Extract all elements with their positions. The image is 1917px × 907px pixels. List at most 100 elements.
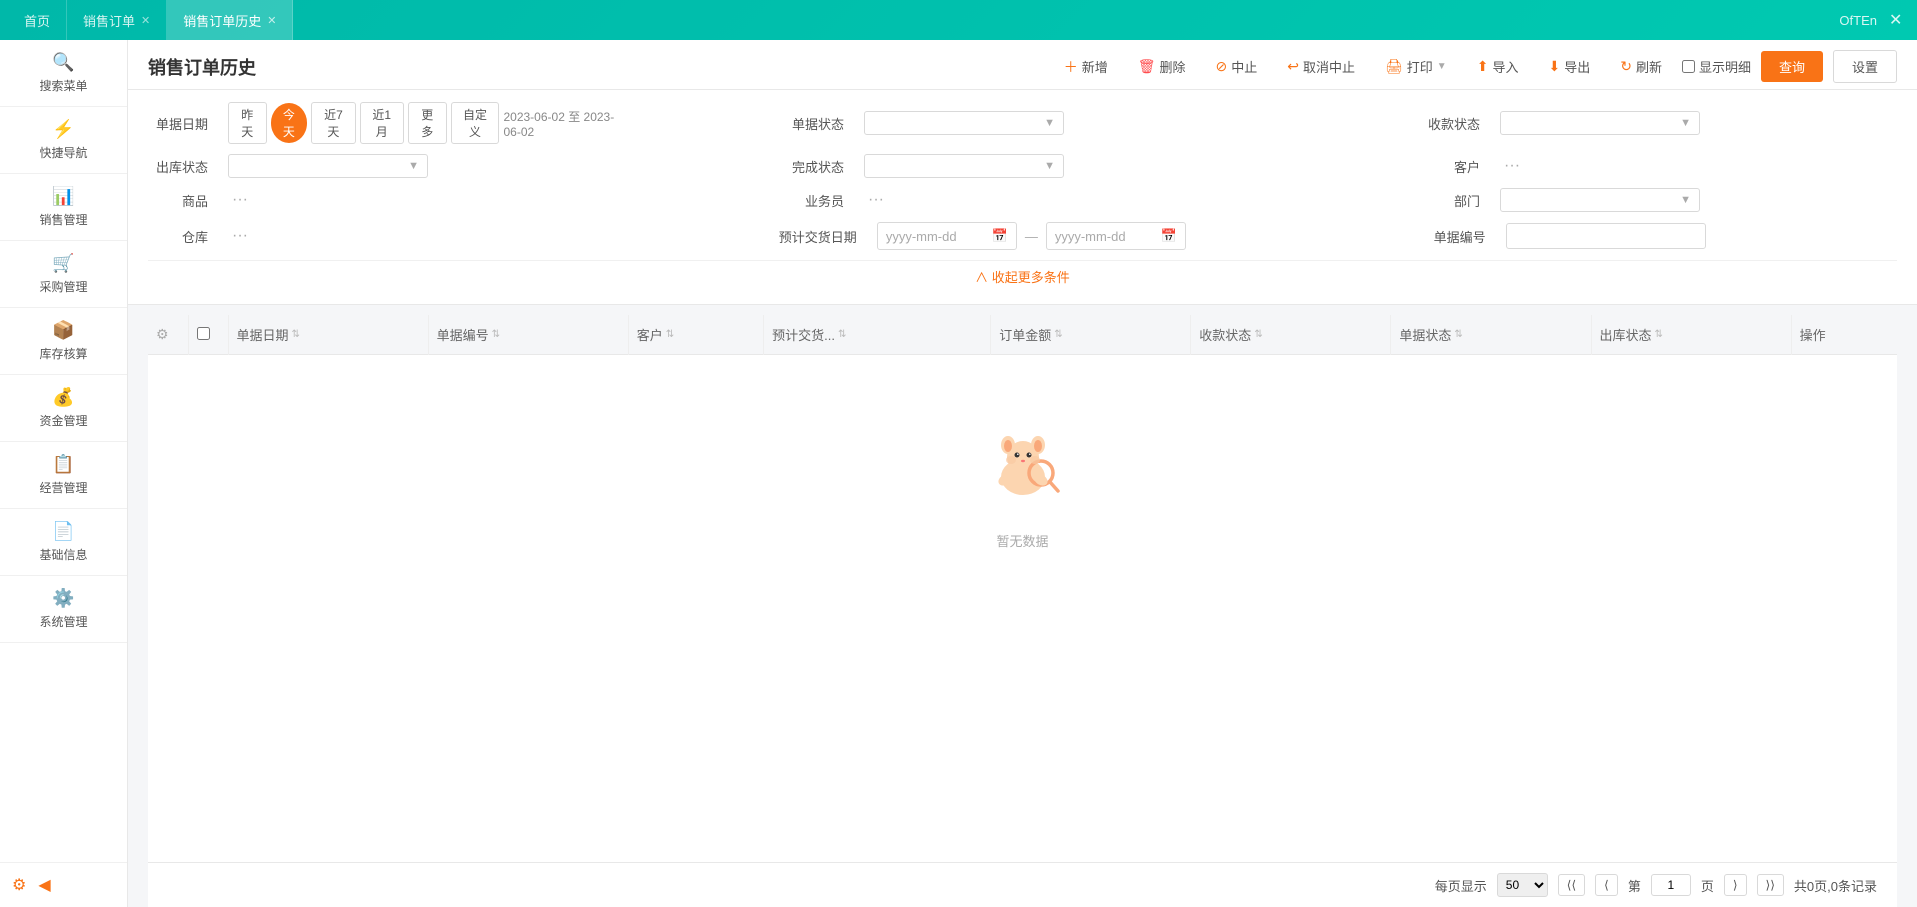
query-button[interactable]: 查询	[1761, 51, 1823, 82]
page-label-suffix: 页	[1701, 876, 1714, 895]
sort-customer-icon: ⇅	[666, 329, 674, 340]
sidebar-item-quick-nav-label: 快捷导航	[39, 144, 87, 161]
warehouse-dots[interactable]: ···	[228, 227, 252, 245]
table-body: 暂无数据	[148, 355, 1897, 611]
sidebar-item-operations[interactable]: 📋 经营管理	[0, 442, 127, 509]
table-settings-icon[interactable]: ⚙	[156, 326, 169, 342]
inventory-icon: 📦	[52, 320, 74, 341]
product-dots[interactable]: ···	[228, 191, 252, 209]
empty-area: 暂无数据	[148, 355, 1897, 610]
operations-icon: 📋	[52, 454, 74, 475]
sidebar-collapse-icon[interactable]: ◀	[38, 875, 50, 895]
top-bar-brand: OfTEn	[1839, 13, 1877, 28]
th-doc-status[interactable]: 单据状态 ⇅	[1391, 315, 1591, 355]
sidebar-item-finance[interactable]: 💰 资金管理	[0, 375, 127, 442]
new-button[interactable]: ＋ 新增	[1054, 52, 1118, 82]
tab-sales-order-history[interactable]: 销售订单历史 ✕	[167, 0, 293, 40]
sidebar-item-basic-info[interactable]: 📄 基础信息	[0, 509, 127, 576]
stop-button[interactable]: ⊘ 中止	[1206, 52, 1268, 81]
th-expected-date[interactable]: 预计交货... ⇅	[764, 315, 991, 355]
date-separator: —	[1021, 229, 1042, 244]
th-checkbox-col	[188, 315, 228, 355]
prev-page-btn[interactable]: ⟨	[1595, 874, 1618, 896]
doc-number-label: 单据编号	[1426, 227, 1486, 246]
tab-home[interactable]: 首页	[8, 0, 67, 40]
empty-cell: 暂无数据	[148, 355, 1897, 611]
next-page-btn[interactable]: ⟩	[1724, 874, 1747, 896]
date-1month-btn[interactable]: 近1月	[360, 102, 404, 144]
date-label: 单据日期	[148, 114, 208, 133]
out-status-select[interactable]: ▼	[228, 154, 428, 178]
sidebar-item-inventory[interactable]: 📦 库存核算	[0, 308, 127, 375]
window-close-icon[interactable]: ✕	[1889, 10, 1902, 30]
sidebar-item-search[interactable]: 🔍 搜索菜单	[0, 40, 127, 107]
new-icon: ＋	[1064, 57, 1078, 77]
salesperson-dots[interactable]: ···	[864, 191, 888, 209]
date-yesterday-btn[interactable]: 昨天	[228, 102, 267, 144]
sort-order-amount-icon: ⇅	[1054, 329, 1062, 340]
filter-row-4: 仓库 ··· 预计交货日期 yyyy-mm-dd 📅 — yyyy-mm-dd …	[148, 222, 1897, 250]
department-select[interactable]: ▼	[1500, 188, 1700, 212]
receipt-status-label: 收款状态	[1420, 114, 1480, 133]
date-more-btn[interactable]: 更多	[408, 102, 447, 144]
out-status-arrow: ▼	[408, 160, 419, 172]
filter-row-3: 商品 ··· 业务员 ··· 部门 ▼	[148, 188, 1897, 212]
display-columns-checkbox[interactable]	[1682, 60, 1695, 73]
tab-sales-order[interactable]: 销售订单 ✕	[67, 0, 167, 40]
sidebar-item-system[interactable]: ⚙️ 系统管理	[0, 576, 127, 643]
complete-status-select[interactable]: ▼	[864, 154, 1064, 178]
filter-row-2: 出库状态 ▼ 完成状态 ▼ 客户	[148, 154, 1897, 178]
sidebar-item-basic-info-label: 基础信息	[39, 546, 87, 563]
delete-button[interactable]: 🗑 删除	[1128, 52, 1196, 81]
expected-date-to[interactable]: yyyy-mm-dd 📅	[1046, 222, 1186, 250]
tab-sales-order-history-close[interactable]: ✕	[267, 14, 276, 27]
refresh-button[interactable]: ↻ 刷新	[1610, 52, 1672, 81]
export-button[interactable]: ⬇ 导出	[1538, 52, 1600, 81]
empty-text: 暂无数据	[996, 531, 1048, 550]
out-status-label: 出库状态	[148, 157, 208, 176]
doc-number-input[interactable]	[1506, 223, 1706, 249]
th-doc-number[interactable]: 单据编号 ⇅	[428, 315, 628, 355]
th-receipt-status[interactable]: 收款状态 ⇅	[1191, 315, 1391, 355]
import-button[interactable]: ⬆ 导入	[1467, 52, 1529, 81]
sort-doc-number-icon: ⇅	[492, 329, 500, 340]
sidebar-item-sales-label: 销售管理	[39, 211, 87, 228]
th-order-amount[interactable]: 订单金额 ⇅	[991, 315, 1191, 355]
sidebar-settings-icon[interactable]: ⚙	[12, 875, 26, 895]
collapse-up-icon: ∧	[975, 270, 992, 285]
tab-sales-order-close[interactable]: ✕	[141, 14, 150, 27]
customer-dots[interactable]: ···	[1500, 157, 1524, 175]
sidebar-item-quick-nav[interactable]: ⚡ 快捷导航	[0, 107, 127, 174]
print-dropdown-icon: ▼	[1437, 61, 1447, 72]
delete-icon: 🗑	[1138, 58, 1156, 75]
date-7days-btn[interactable]: 近7天	[311, 102, 355, 144]
sidebar-item-inventory-label: 库存核算	[39, 345, 87, 362]
refresh-icon: ↻	[1620, 58, 1632, 75]
first-page-btn[interactable]: ⟨⟨	[1558, 874, 1585, 896]
th-doc-date[interactable]: 单据日期 ⇅	[228, 315, 428, 355]
settings-button[interactable]: 设置	[1833, 50, 1897, 83]
product-label: 商品	[148, 191, 208, 210]
collapse-bar[interactable]: ∧ 收起更多条件	[148, 260, 1897, 292]
th-customer[interactable]: 客户 ⇅	[628, 315, 763, 355]
per-page-select[interactable]: 50 10 20 100	[1497, 873, 1548, 897]
sidebar-item-operations-label: 经营管理	[39, 479, 87, 496]
doc-status-select[interactable]: ▼	[864, 111, 1064, 135]
display-columns-label[interactable]: 显示明细	[1682, 57, 1751, 76]
current-page-input[interactable]	[1651, 874, 1691, 896]
date-today-btn[interactable]: 今天	[271, 103, 308, 143]
receipt-status-select[interactable]: ▼	[1500, 111, 1700, 135]
sidebar-item-purchase[interactable]: 🛒 采购管理	[0, 241, 127, 308]
th-settings-col[interactable]: ⚙	[148, 315, 188, 355]
expected-date-from[interactable]: yyyy-mm-dd 📅	[877, 222, 1017, 250]
date-range-text: 2023-06-02 至 2023-06-02	[503, 108, 624, 139]
th-out-status[interactable]: 出库状态 ⇅	[1591, 315, 1791, 355]
cancel-stop-icon: ↩	[1287, 58, 1299, 75]
last-page-btn[interactable]: ⟩⟩	[1757, 874, 1784, 896]
cancel-stop-button[interactable]: ↩ 取消中止	[1277, 52, 1365, 81]
select-all-checkbox[interactable]	[197, 327, 210, 340]
expected-date-label: 预计交货日期	[777, 227, 857, 246]
sidebar-item-sales[interactable]: 📊 销售管理	[0, 174, 127, 241]
date-custom-btn[interactable]: 自定义	[451, 102, 500, 144]
print-button[interactable]: 🖨 打印 ▼	[1375, 52, 1457, 81]
